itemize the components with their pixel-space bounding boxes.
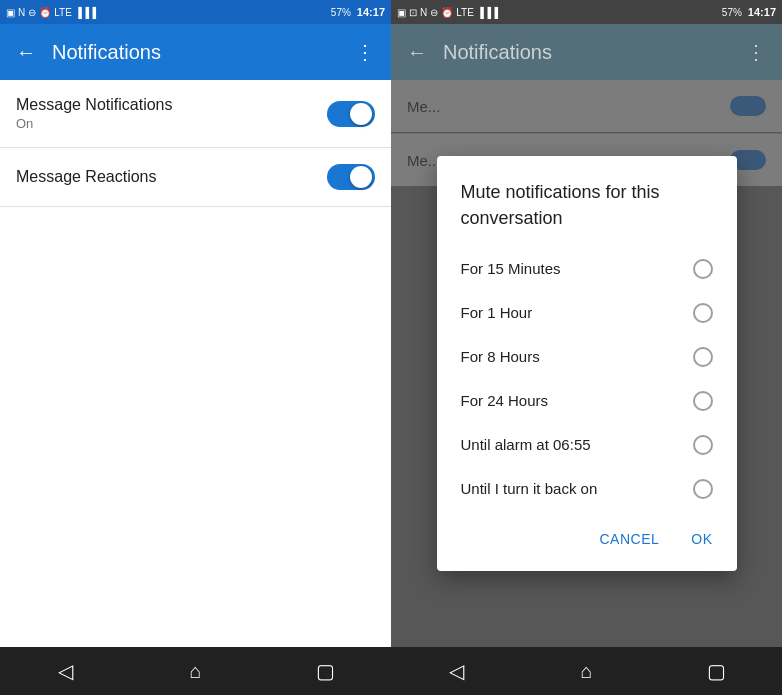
recents-nav-right[interactable]: ▢	[687, 651, 747, 691]
message-reactions-info: Message Reactions	[16, 168, 157, 186]
lte-icon-r: LTE	[456, 7, 474, 18]
back-nav-left[interactable]: ◁	[35, 651, 95, 691]
home-nav-left[interactable]: ⌂	[165, 651, 225, 691]
option-8-hours[interactable]: For 8 Hours	[437, 335, 737, 379]
app-bar-right: ← Notifications ⋮	[391, 24, 782, 80]
more-button-left[interactable]: ⋮	[347, 34, 383, 70]
nfc-icon: N	[18, 7, 25, 18]
status-icons-right-panel: ▣ ⊡ N ⊖ ⏰ LTE ▐▐▐	[397, 7, 498, 18]
page-title-right: Notifications	[443, 41, 730, 64]
bottom-nav-left: ◁ ⌂ ▢	[0, 647, 391, 695]
status-bar-right: ▣ ⊡ N ⊖ ⏰ LTE ▐▐▐ 57% 14:17	[391, 0, 782, 24]
dialog-title: Mute notifications for this conversation	[437, 180, 737, 246]
option-15-minutes-radio	[693, 259, 713, 279]
option-15-minutes-label: For 15 Minutes	[461, 260, 561, 277]
option-turn-back-on[interactable]: Until I turn it back on	[437, 467, 737, 511]
message-reactions-label: Message Reactions	[16, 168, 157, 186]
message-reactions-item[interactable]: Message Reactions	[0, 148, 391, 207]
mute-icon-r: ⊖	[430, 7, 438, 18]
status-right-right: 57% 14:17	[722, 6, 776, 18]
page-title-left: Notifications	[52, 41, 339, 64]
option-1-hour-radio	[693, 303, 713, 323]
cancel-button[interactable]: CANCEL	[591, 523, 667, 555]
option-8-hours-label: For 8 Hours	[461, 348, 540, 365]
mute-dialog: Mute notifications for this conversation…	[437, 156, 737, 570]
mute-icon: ⊖	[28, 7, 36, 18]
status-icons-left: ▣ N ⊖ ⏰ LTE ▐▐▐	[6, 7, 96, 18]
option-8-hours-radio	[693, 347, 713, 367]
lte-icon: LTE	[54, 7, 72, 18]
signal-icon: ▣	[6, 7, 15, 18]
time-left: 14:17	[357, 6, 385, 18]
message-reactions-toggle[interactable]	[327, 164, 375, 190]
dialog-overlay: Mute notifications for this conversation…	[391, 80, 782, 647]
more-button-right: ⋮	[738, 34, 774, 70]
alarm-icon: ⏰	[39, 7, 51, 18]
right-panel: ▣ ⊡ N ⊖ ⏰ LTE ▐▐▐ 57% 14:17 ← Notificati…	[391, 0, 782, 695]
ok-button[interactable]: OK	[683, 523, 720, 555]
option-alarm-radio	[693, 435, 713, 455]
message-notifications-label: Message Notifications	[16, 96, 173, 114]
battery-text: 57%	[331, 7, 351, 18]
nfc-icon-r: N	[420, 7, 427, 18]
back-button-right: ←	[399, 34, 435, 70]
back-nav-right[interactable]: ◁	[426, 651, 486, 691]
alarm-icon-r: ⏰	[441, 7, 453, 18]
option-24-hours-radio	[693, 391, 713, 411]
bars-icon: ▐▐▐	[75, 7, 96, 18]
option-alarm[interactable]: Until alarm at 06:55	[437, 423, 737, 467]
message-notifications-info: Message Notifications On	[16, 96, 173, 131]
message-notifications-item[interactable]: Message Notifications On	[0, 80, 391, 148]
dialog-actions: CANCEL OK	[437, 515, 737, 563]
option-15-minutes[interactable]: For 15 Minutes	[437, 247, 737, 291]
message-notifications-status: On	[16, 116, 173, 131]
home-nav-right[interactable]: ⌂	[556, 651, 616, 691]
left-panel: ▣ N ⊖ ⏰ LTE ▐▐▐ 57% 14:17 ← Notification…	[0, 0, 391, 695]
signal-icon-r: ▣	[397, 7, 406, 18]
back-button-left[interactable]: ←	[8, 34, 44, 70]
battery-text-right: 57%	[722, 7, 742, 18]
message-notifications-toggle[interactable]	[327, 101, 375, 127]
option-24-hours-label: For 24 Hours	[461, 392, 549, 409]
status-bar-left: ▣ N ⊖ ⏰ LTE ▐▐▐ 57% 14:17	[0, 0, 391, 24]
option-turn-back-on-label: Until I turn it back on	[461, 480, 598, 497]
option-1-hour-label: For 1 Hour	[461, 304, 533, 321]
time-right: 14:17	[748, 6, 776, 18]
option-alarm-label: Until alarm at 06:55	[461, 436, 591, 453]
recents-nav-left[interactable]: ▢	[296, 651, 356, 691]
option-1-hour[interactable]: For 1 Hour	[437, 291, 737, 335]
option-turn-back-on-radio	[693, 479, 713, 499]
app-bar-left: ← Notifications ⋮	[0, 24, 391, 80]
photo-icon-r: ⊡	[409, 7, 417, 18]
settings-list: Message Notifications On Message Reactio…	[0, 80, 391, 647]
bars-icon-r: ▐▐▐	[477, 7, 498, 18]
option-24-hours[interactable]: For 24 Hours	[437, 379, 737, 423]
right-bg-content: Me... Me... Mute notifications for this …	[391, 80, 782, 647]
status-icons-right: 57% 14:17	[331, 6, 385, 18]
bottom-nav-right: ◁ ⌂ ▢	[391, 647, 782, 695]
